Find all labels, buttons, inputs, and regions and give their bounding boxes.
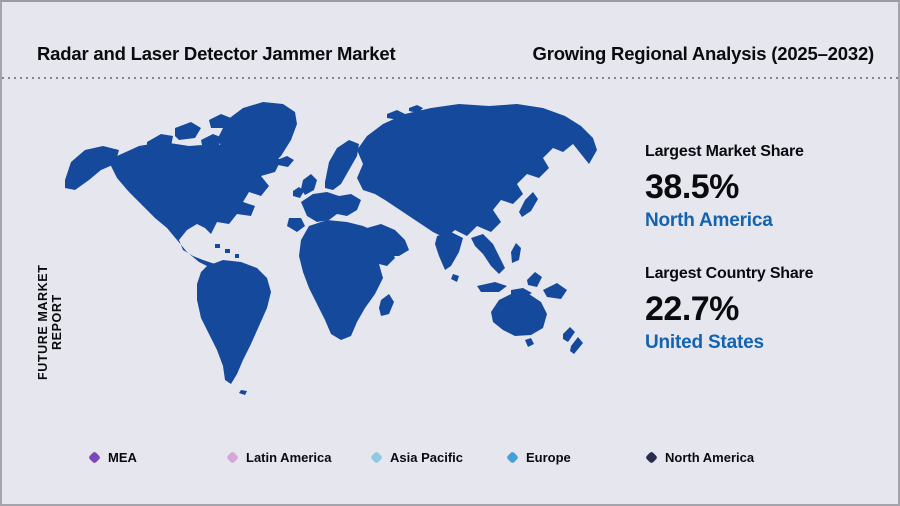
legend-item-mea: MEA (88, 448, 137, 466)
world-map-svg (65, 102, 597, 395)
map-asia (357, 104, 597, 282)
page-title: Radar and Laser Detector Jammer Market G… (37, 43, 874, 65)
legend-label: Latin America (246, 449, 332, 465)
title-left: Radar and Laser Detector Jammer Market (37, 43, 396, 64)
dotted-divider (2, 76, 898, 79)
legend-dot-icon (645, 450, 658, 464)
title-right: Growing Regional Analysis (2025–2032) (532, 43, 875, 64)
map-north-america (65, 102, 297, 274)
infographic-frame: Radar and Laser Detector Jammer Market G… (0, 0, 900, 506)
legend-dot-icon (226, 450, 239, 464)
legend-item-north-america: North America (645, 448, 755, 466)
stat-region: North America (645, 210, 773, 231)
legend-dot-icon (370, 450, 383, 464)
stat-value: 38.5% (645, 168, 739, 206)
stat-largest-market-share: Largest Market Share 38.5% North America (645, 143, 895, 232)
world-map (57, 94, 617, 404)
legend-label: Europe (526, 449, 571, 465)
legend-item-latin-america: Latin America (226, 448, 332, 466)
legend-item-europe: Europe (506, 448, 571, 466)
map-europe (277, 140, 361, 232)
legend-label: MEA (108, 449, 137, 465)
map-oceania (477, 272, 583, 354)
legend-dot-icon (88, 450, 101, 464)
stat-label: Largest Country Share (645, 265, 814, 282)
stat-label: Largest Market Share (645, 143, 804, 160)
legend-label: Asia Pacific (390, 449, 463, 465)
legend-item-asia-pacific: Asia Pacific (370, 448, 463, 466)
stat-largest-country-share: Largest Country Share 22.7% United State… (645, 265, 895, 354)
legend-dot-icon (506, 450, 519, 464)
map-south-america (197, 260, 271, 395)
stat-region: United States (645, 332, 764, 353)
legend-label: North America (665, 449, 755, 465)
stat-value: 22.7% (645, 290, 739, 328)
